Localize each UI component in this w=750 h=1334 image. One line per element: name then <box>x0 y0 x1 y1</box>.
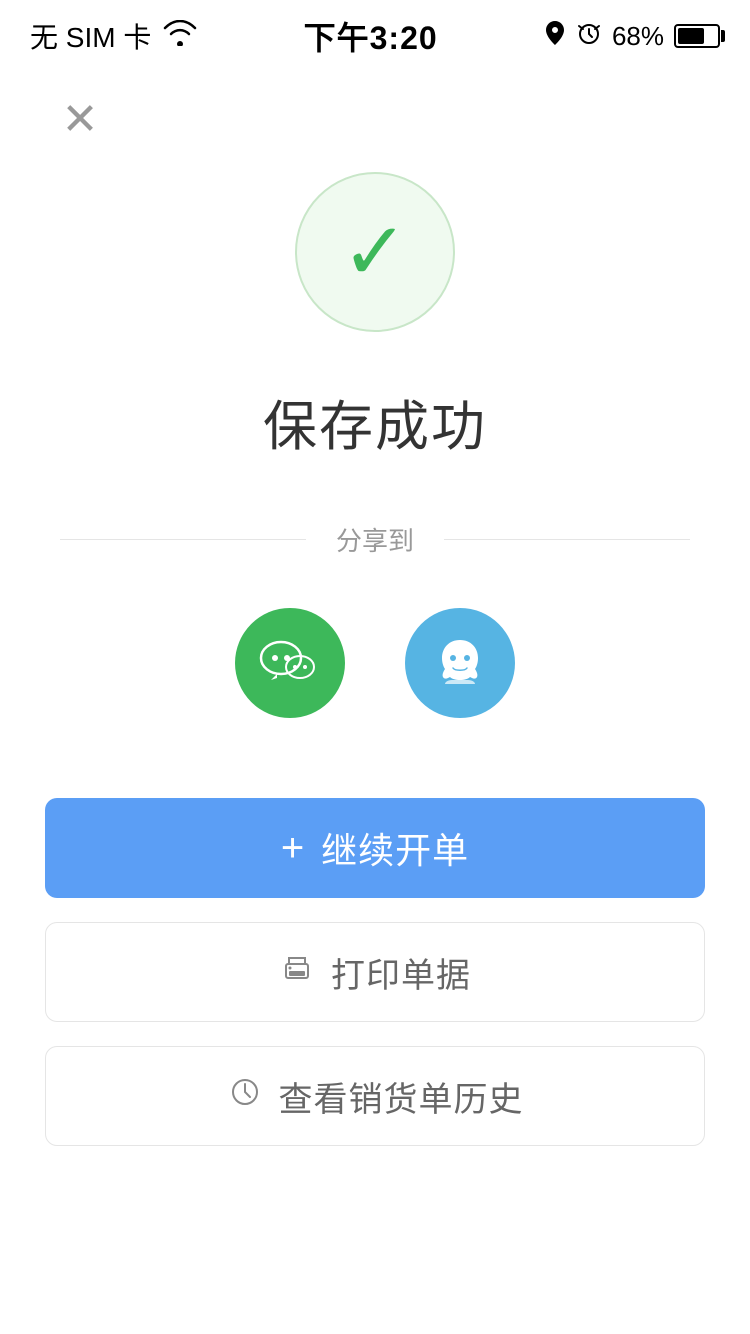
share-qq-button[interactable] <box>405 608 515 718</box>
share-divider: 分享到 <box>0 521 750 558</box>
history-label: 查看销货单历史 <box>279 1072 524 1121</box>
continue-label: 继续开单 <box>321 822 469 874</box>
plus-icon: + <box>281 826 305 871</box>
success-circle: ✓ <box>295 172 455 332</box>
main-content: ✓ 保存成功 分享到 <box>0 72 750 1146</box>
status-right: 68% <box>544 20 720 53</box>
print-icon <box>279 950 315 995</box>
sim-text: 无 SIM 卡 <box>30 16 151 56</box>
close-icon: ✕ <box>62 98 99 142</box>
battery-text: 68% <box>612 21 664 52</box>
divider-right <box>444 539 690 540</box>
print-button[interactable]: 打印单据 <box>45 922 705 1022</box>
history-icon <box>227 1074 263 1119</box>
continue-button[interactable]: + 继续开单 <box>45 798 705 898</box>
battery-icon <box>674 24 720 48</box>
share-label: 分享到 <box>306 521 444 558</box>
history-button[interactable]: 查看销货单历史 <box>45 1046 705 1146</box>
share-icons <box>235 608 515 718</box>
checkmark-icon: ✓ <box>341 212 408 292</box>
status-bar: 无 SIM 卡 下午3:20 68% <box>0 0 750 72</box>
action-buttons: + 继续开单 打印单据 查看销货单历史 <box>45 798 705 1146</box>
close-button[interactable]: ✕ <box>50 90 110 150</box>
divider-left <box>60 539 306 540</box>
status-left: 无 SIM 卡 <box>30 16 197 56</box>
wifi-icon <box>163 20 197 53</box>
status-time: 下午3:20 <box>304 13 438 59</box>
wechat-icon <box>257 630 323 696</box>
qq-icon <box>431 634 489 692</box>
print-label: 打印单据 <box>331 948 471 997</box>
success-title: 保存成功 <box>263 382 487 461</box>
location-icon <box>544 20 566 53</box>
share-wechat-button[interactable] <box>235 608 345 718</box>
alarm-icon <box>576 20 602 53</box>
